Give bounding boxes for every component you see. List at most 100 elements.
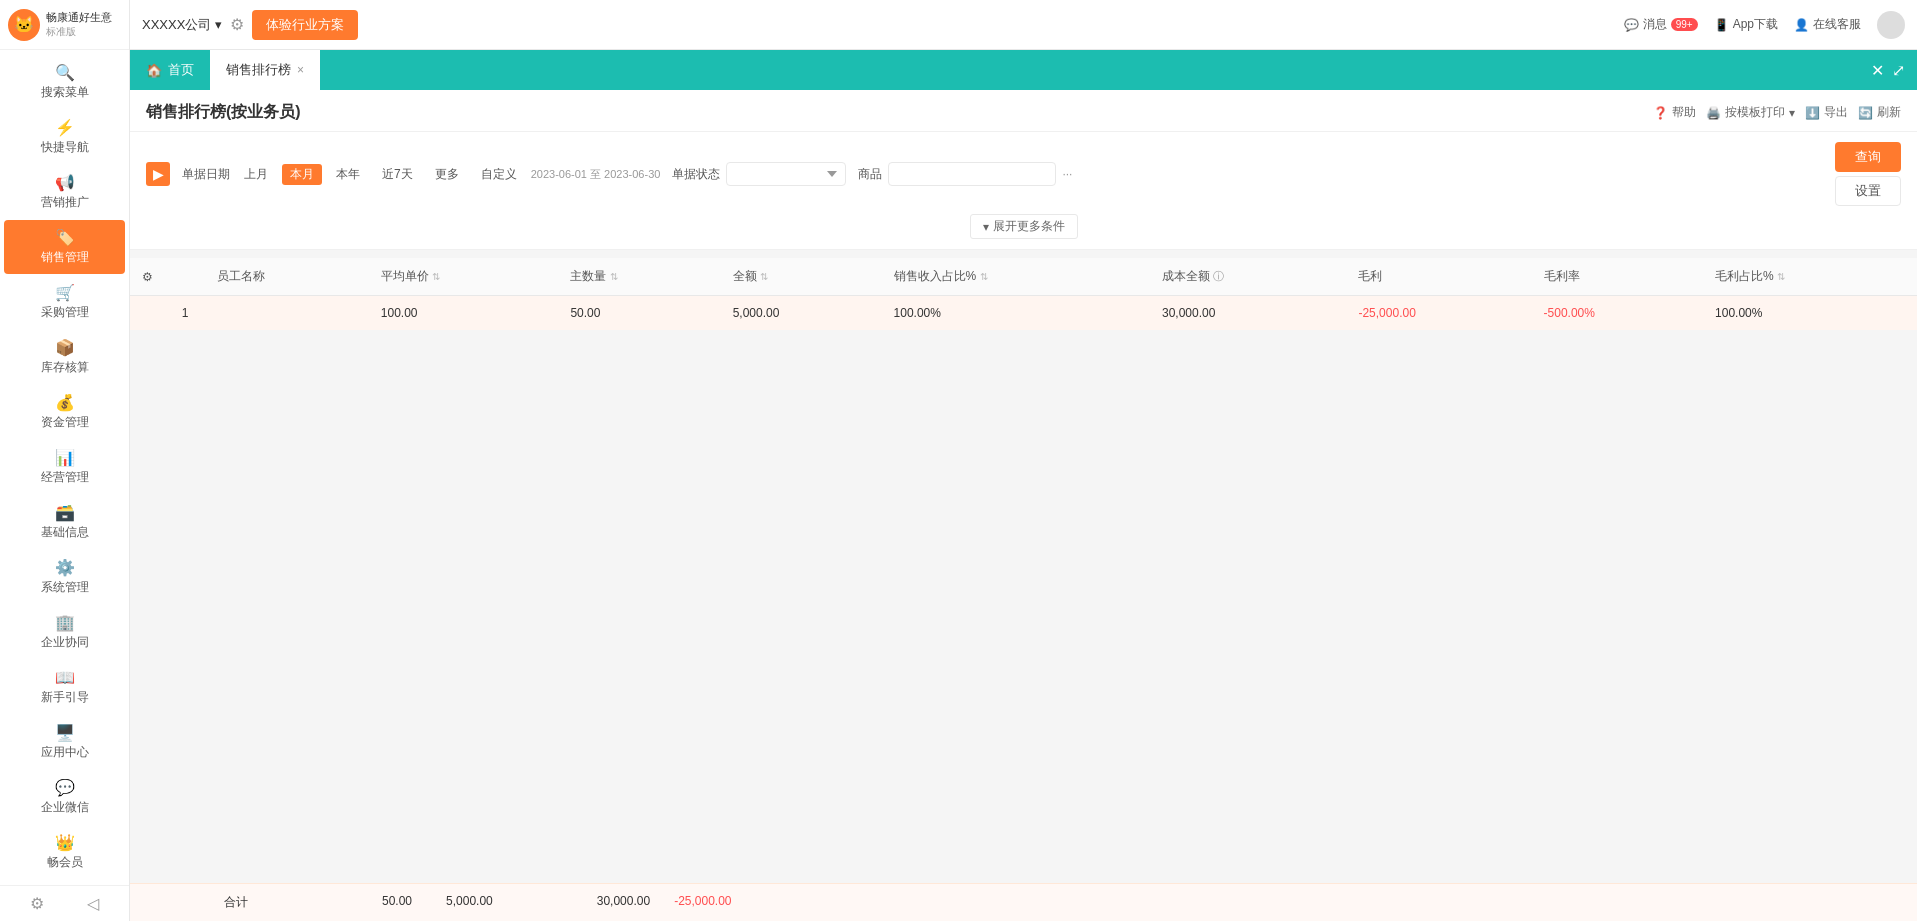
row-avg-price: 100.00: [369, 296, 559, 331]
help-btn[interactable]: ❓ 帮助: [1653, 104, 1696, 121]
custom-date-btn[interactable]: 自定义: [473, 164, 525, 185]
page-content: 销售排行榜(按业务员) ❓ 帮助 🖨️ 按模板打印 ▾ ⬇️ 导出 🔄 刷新: [130, 90, 1917, 921]
sidebar-label-sales: 销售管理: [41, 249, 89, 266]
sidebar-item-search[interactable]: 🔍 搜索菜单: [4, 55, 125, 109]
sidebar-item-apps[interactable]: 🖥️ 应用中心: [4, 715, 125, 769]
col-settings[interactable]: ⚙: [130, 258, 165, 296]
tab-expand-icon[interactable]: ⤢: [1892, 61, 1905, 80]
date-filter-item: 单据日期 上月 本月 本年 近7天 更多 自定义 2023-06-01 至 20…: [182, 164, 660, 185]
sidebar-item-wechat[interactable]: 💬 企业微信: [4, 770, 125, 824]
online-service-btn[interactable]: 👤 在线客服: [1794, 16, 1861, 33]
col-gross-rate: 毛利率: [1532, 258, 1703, 296]
user-avatar[interactable]: [1877, 11, 1905, 39]
sidebar-label-marketing: 营销推广: [41, 194, 89, 211]
this-month-btn[interactable]: 本月: [282, 164, 322, 185]
sidebar-item-purchase[interactable]: 🛒 采购管理: [4, 275, 125, 329]
sales-ratio-sort-icon[interactable]: ⇅: [980, 271, 988, 282]
sidebar-footer: ⚙ ◁: [0, 885, 129, 921]
industry-btn[interactable]: 体验行业方案: [252, 10, 358, 40]
system-icon: ⚙️: [55, 558, 75, 577]
query-btn[interactable]: 查询: [1835, 142, 1901, 172]
more-date-btn[interactable]: 更多: [427, 164, 467, 185]
enterprise-icon: 🏢: [55, 613, 75, 632]
tab-bar: 🏠 首页 销售排行榜 × ✕ ⤢: [130, 50, 1917, 90]
tab-close-all-icon[interactable]: ✕: [1871, 61, 1884, 80]
refresh-label: 刷新: [1877, 104, 1901, 121]
tab-close-icon[interactable]: ×: [297, 63, 304, 77]
sidebar-item-sales[interactable]: 🏷️ 销售管理: [4, 220, 125, 274]
app-download-label: App下载: [1733, 16, 1778, 33]
goods-input[interactable]: [888, 162, 1056, 186]
print-btn[interactable]: 🖨️ 按模板打印 ▾: [1706, 104, 1795, 121]
settings-btn[interactable]: 设置: [1835, 176, 1901, 206]
export-icon: ⬇️: [1805, 106, 1820, 120]
footer-total: 5,000.00: [434, 894, 505, 911]
sidebar-item-inventory[interactable]: 📦 库存核算: [4, 330, 125, 384]
logo-text-area: 畅康通好生意 标准版: [46, 10, 112, 38]
row-gross: -25,000.00: [1346, 296, 1531, 331]
sidebar-item-operations[interactable]: 📊 经营管理: [4, 440, 125, 494]
logo-area: 🐱 畅康通好生意 标准版: [0, 0, 129, 50]
sidebar-item-marketing[interactable]: 📢 营销推广: [4, 165, 125, 219]
avg-price-sort-icon[interactable]: ⇅: [432, 271, 440, 282]
tab-sales-rank[interactable]: 销售排行榜 ×: [210, 50, 320, 90]
topbar-settings-icon[interactable]: ⚙: [230, 15, 244, 34]
sidebar-item-guide[interactable]: 📖 新手引导: [4, 660, 125, 714]
refresh-btn[interactable]: 🔄 刷新: [1858, 104, 1901, 121]
status-select[interactable]: [726, 162, 846, 186]
sidebar-item-basic-info[interactable]: 🗃️ 基础信息: [4, 495, 125, 549]
help-icon: ❓: [1653, 106, 1668, 120]
date-end: 2023-06-30: [604, 168, 660, 180]
footer-cost: 30,000.00: [585, 894, 662, 911]
filter-bar: ▶ 单据日期 上月 本月 本年 近7天 更多 自定义 2023-06-01 至: [130, 132, 1917, 250]
sidebar-item-finance[interactable]: 💰 资金管理: [4, 385, 125, 439]
status-filter-item: 单据状态: [672, 162, 846, 186]
col-cost: 成本全额 ⓘ: [1150, 258, 1346, 296]
sidebar-item-member[interactable]: 👑 畅会员: [4, 825, 125, 879]
app-name: 畅康通好生意: [46, 10, 112, 24]
goods-filter-label: 商品: [858, 166, 882, 183]
this-year-btn[interactable]: 本年: [328, 164, 368, 185]
goods-more-icon[interactable]: ···: [1062, 167, 1072, 181]
gross-ratio-sort-icon[interactable]: ⇅: [1777, 271, 1785, 282]
company-selector[interactable]: XXXXX公司 ▾: [142, 16, 222, 34]
filter-toggle-btn[interactable]: ▶: [146, 162, 170, 186]
sidebar-item-shortcut[interactable]: ⚡ 快捷导航: [4, 110, 125, 164]
search-icon: 🔍: [55, 63, 75, 82]
messages-btn[interactable]: 💬 消息 99+: [1624, 16, 1698, 33]
row-settings: [130, 296, 165, 331]
row-total: 5,000.00: [721, 296, 882, 331]
service-icon: 👤: [1794, 18, 1809, 32]
help-label: 帮助: [1672, 104, 1696, 121]
download-icon: 📱: [1714, 18, 1729, 32]
table-row: 1 100.00 50.00 5,000.00 100.00% 30,000.0…: [130, 296, 1917, 331]
sidebar-collapse-btn[interactable]: ◁: [87, 894, 99, 913]
cost-info-icon[interactable]: ⓘ: [1213, 270, 1224, 282]
sidebar-item-system[interactable]: ⚙️ 系统管理: [4, 550, 125, 604]
tab-home[interactable]: 🏠 首页: [130, 50, 210, 90]
quantity-sort-icon[interactable]: ⇅: [610, 271, 618, 282]
date-options: 上月 本月 本年 近7天 更多 自定义: [236, 164, 525, 185]
expand-more-btn[interactable]: ▾ 展开更多条件: [970, 214, 1078, 239]
sidebar-label-basic-info: 基础信息: [41, 524, 89, 541]
sidebar-settings-btn[interactable]: ⚙: [30, 894, 44, 913]
row-quantity: 50.00: [558, 296, 720, 331]
message-badge: 99+: [1671, 18, 1698, 31]
member-icon: 👑: [55, 833, 75, 852]
print-label: 按模板打印: [1725, 104, 1785, 121]
col-gross-ratio: 毛利占比% ⇅: [1703, 258, 1917, 296]
operations-icon: 📊: [55, 448, 75, 467]
total-sort-icon[interactable]: ⇅: [760, 271, 768, 282]
footer-cells: 合计 50.00 5,000.00 30,000.00 -25,000.00: [142, 894, 1905, 911]
app-download-btn[interactable]: 📱 App下载: [1714, 16, 1778, 33]
recent7-btn[interactable]: 近7天: [374, 164, 421, 185]
sidebar-label-enterprise: 企业协同: [41, 634, 89, 651]
status-filter-label: 单据状态: [672, 166, 720, 183]
prev-month-btn[interactable]: 上月: [236, 164, 276, 185]
home-icon: 🏠: [146, 63, 162, 78]
sidebar-item-enterprise[interactable]: 🏢 企业协同: [4, 605, 125, 659]
export-btn[interactable]: ⬇️ 导出: [1805, 104, 1848, 121]
table-head: ⚙ 员工名称 平均单价 ⇅ 主数量 ⇅: [130, 258, 1917, 296]
date-filter-label: 单据日期: [182, 166, 230, 183]
col-employee-name: 员工名称: [205, 258, 369, 296]
